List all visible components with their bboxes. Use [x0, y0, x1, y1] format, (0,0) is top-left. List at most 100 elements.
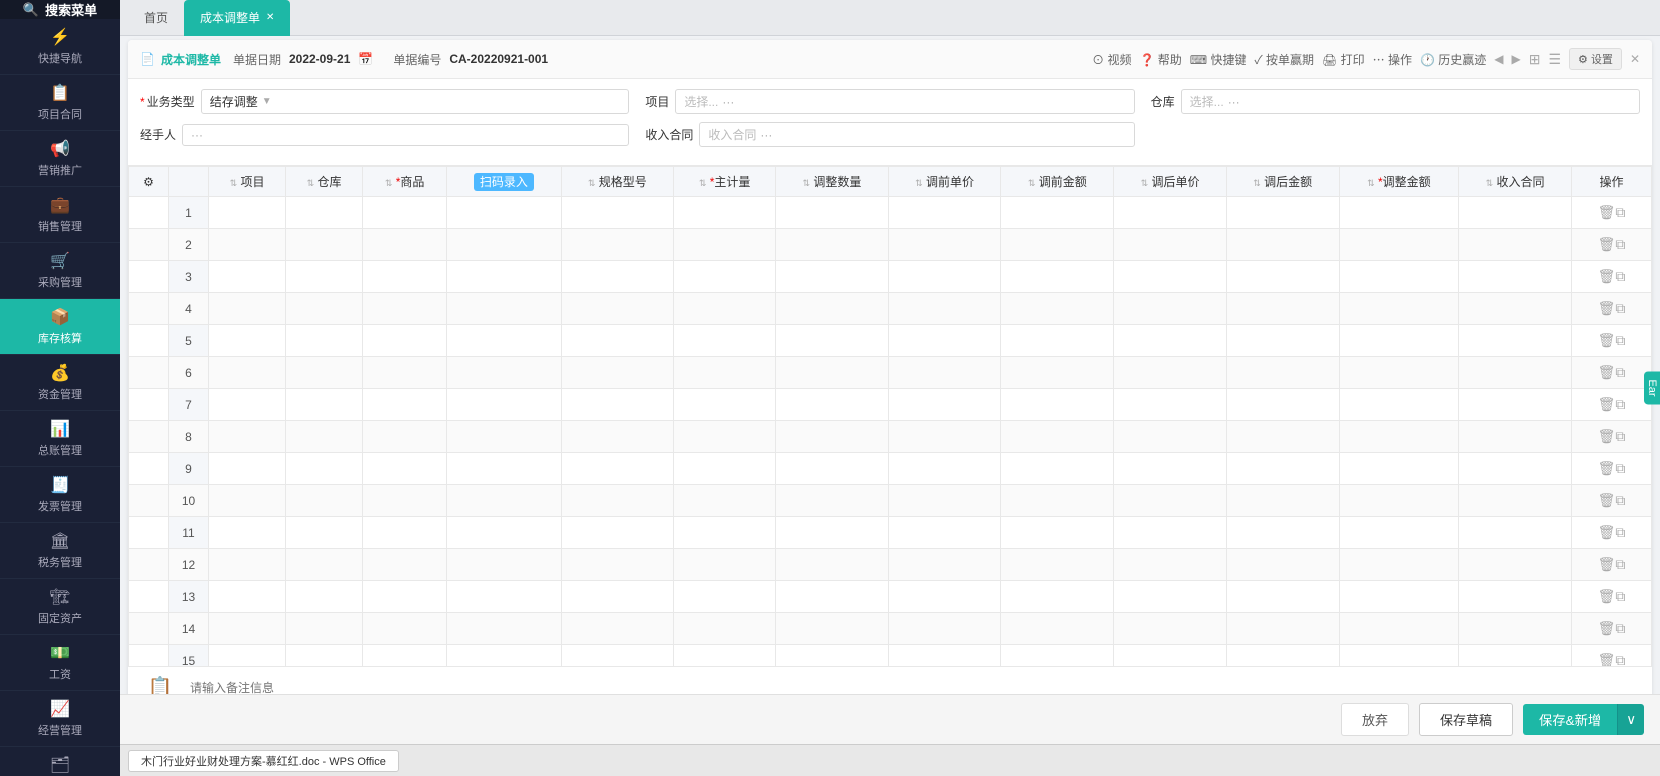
copy-row-button[interactable]: ⧉	[1615, 620, 1625, 637]
delete-row-button[interactable]: 🗑	[1598, 652, 1616, 666]
copy-row-button[interactable]: ⧉	[1615, 204, 1625, 221]
row-scan[interactable]	[447, 325, 561, 357]
row-unit[interactable]	[674, 485, 776, 517]
th-post-amount[interactable]: ⇅ 调后金额	[1226, 167, 1339, 197]
sidebar-item-purchase[interactable]: 🛒 采购管理	[0, 243, 120, 299]
row-adjust-qty[interactable]	[776, 325, 889, 357]
row-project[interactable]	[209, 389, 286, 421]
row-unit[interactable]	[674, 389, 776, 421]
row-pre-unit-price[interactable]	[888, 389, 1001, 421]
th-income-contract[interactable]: ⇅ 收入合同	[1459, 167, 1572, 197]
row-product[interactable]	[363, 549, 447, 581]
row-income-contract[interactable]	[1459, 613, 1572, 645]
row-warehouse[interactable]	[286, 197, 363, 229]
row-pre-amount[interactable]	[1001, 453, 1114, 485]
row-project[interactable]	[209, 613, 286, 645]
row-post-amount[interactable]	[1226, 229, 1339, 261]
row-project[interactable]	[209, 261, 286, 293]
row-unit[interactable]	[674, 325, 776, 357]
row-spec[interactable]	[561, 197, 674, 229]
project-input[interactable]: 选择... ···	[675, 89, 1134, 114]
row-project[interactable]	[209, 549, 286, 581]
row-spec[interactable]	[561, 453, 674, 485]
delete-row-button[interactable]: 🗑	[1598, 492, 1616, 509]
row-warehouse[interactable]	[286, 485, 363, 517]
row-warehouse[interactable]	[286, 261, 363, 293]
row-adjust-amount[interactable]	[1339, 485, 1459, 517]
table-row[interactable]: 1🗑⧉	[129, 197, 1652, 229]
row-pre-unit-price[interactable]	[888, 517, 1001, 549]
sidebar-item-sales[interactable]: 💼 销售管理	[0, 187, 120, 243]
row-pre-amount[interactable]	[1001, 421, 1114, 453]
row-spec[interactable]	[561, 613, 674, 645]
sidebar-item-operations[interactable]: 📈 经营管理	[0, 691, 120, 747]
row-scan[interactable]	[447, 645, 561, 667]
row-project[interactable]	[209, 229, 286, 261]
help-action[interactable]: ❓ 帮助	[1139, 51, 1181, 68]
th-spec[interactable]: ⇅ 规格型号	[561, 167, 674, 197]
th-unit[interactable]: ⇅ *主计量	[674, 167, 776, 197]
row-adjust-amount[interactable]	[1339, 261, 1459, 293]
sidebar-item-project[interactable]: 📋 项目合同	[0, 75, 120, 131]
sidebar-item-payroll[interactable]: 💵 工资	[0, 635, 120, 691]
row-warehouse[interactable]	[286, 293, 363, 325]
delete-row-button[interactable]: 🗑	[1598, 332, 1616, 349]
row-post-unit-price[interactable]	[1114, 229, 1227, 261]
row-spec[interactable]	[561, 389, 674, 421]
row-unit[interactable]	[674, 261, 776, 293]
row-product[interactable]	[363, 261, 447, 293]
row-product[interactable]	[363, 421, 447, 453]
row-scan[interactable]	[447, 357, 561, 389]
row-project[interactable]	[209, 197, 286, 229]
row-unit[interactable]	[674, 357, 776, 389]
row-income-contract[interactable]	[1459, 453, 1572, 485]
row-project[interactable]	[209, 453, 286, 485]
row-project[interactable]	[209, 325, 286, 357]
row-income-contract[interactable]	[1459, 325, 1572, 357]
row-unit[interactable]	[674, 453, 776, 485]
copy-row-button[interactable]: ⧉	[1615, 652, 1625, 666]
row-post-unit-price[interactable]	[1114, 325, 1227, 357]
th-pre-amount[interactable]: ⇅ 调前金额	[1001, 167, 1114, 197]
copy-row-button[interactable]: ⧉	[1615, 332, 1625, 349]
table-row[interactable]: 12🗑⧉	[129, 549, 1652, 581]
table-row[interactable]: 5🗑⧉	[129, 325, 1652, 357]
row-adjust-qty[interactable]	[776, 421, 889, 453]
row-pre-unit-price[interactable]	[888, 261, 1001, 293]
delete-row-button[interactable]: 🗑	[1598, 236, 1616, 253]
row-scan[interactable]	[447, 485, 561, 517]
table-row[interactable]: 8🗑⧉	[129, 421, 1652, 453]
row-adjust-amount[interactable]	[1339, 581, 1459, 613]
row-post-unit-price[interactable]	[1114, 421, 1227, 453]
delete-row-button[interactable]: 🗑	[1598, 300, 1616, 317]
row-unit[interactable]	[674, 197, 776, 229]
row-income-contract[interactable]	[1459, 485, 1572, 517]
row-income-contract[interactable]	[1459, 517, 1572, 549]
row-product[interactable]	[363, 613, 447, 645]
delete-row-button[interactable]: 🗑	[1598, 556, 1616, 573]
tab-close-icon[interactable]: ✕	[266, 12, 274, 23]
th-adjust-qty[interactable]: ⇅ 调整数量	[776, 167, 889, 197]
row-pre-amount[interactable]	[1001, 357, 1114, 389]
expand-icon[interactable]: ⊞	[1529, 51, 1541, 68]
nav-prev-icon[interactable]: ◀	[1494, 52, 1503, 66]
th-pre-unit-price[interactable]: ⇅ 调前单价	[888, 167, 1001, 197]
row-pre-amount[interactable]	[1001, 549, 1114, 581]
row-post-unit-price[interactable]	[1114, 613, 1227, 645]
sidebar-item-finance[interactable]: 💰 资金管理	[0, 355, 120, 411]
row-post-unit-price[interactable]	[1114, 453, 1227, 485]
row-post-amount[interactable]	[1226, 613, 1339, 645]
warehouse-input[interactable]: 选择... ···	[1181, 89, 1640, 114]
table-row[interactable]: 10🗑⧉	[129, 485, 1652, 517]
row-income-contract[interactable]	[1459, 581, 1572, 613]
row-spec[interactable]	[561, 581, 674, 613]
row-warehouse[interactable]	[286, 325, 363, 357]
table-row[interactable]: 9🗑⧉	[129, 453, 1652, 485]
row-pre-amount[interactable]	[1001, 613, 1114, 645]
row-post-amount[interactable]	[1226, 325, 1339, 357]
row-post-unit-price[interactable]	[1114, 261, 1227, 293]
table-row[interactable]: 14🗑⧉	[129, 613, 1652, 645]
row-product[interactable]	[363, 645, 447, 667]
row-income-contract[interactable]	[1459, 261, 1572, 293]
row-post-amount[interactable]	[1226, 293, 1339, 325]
